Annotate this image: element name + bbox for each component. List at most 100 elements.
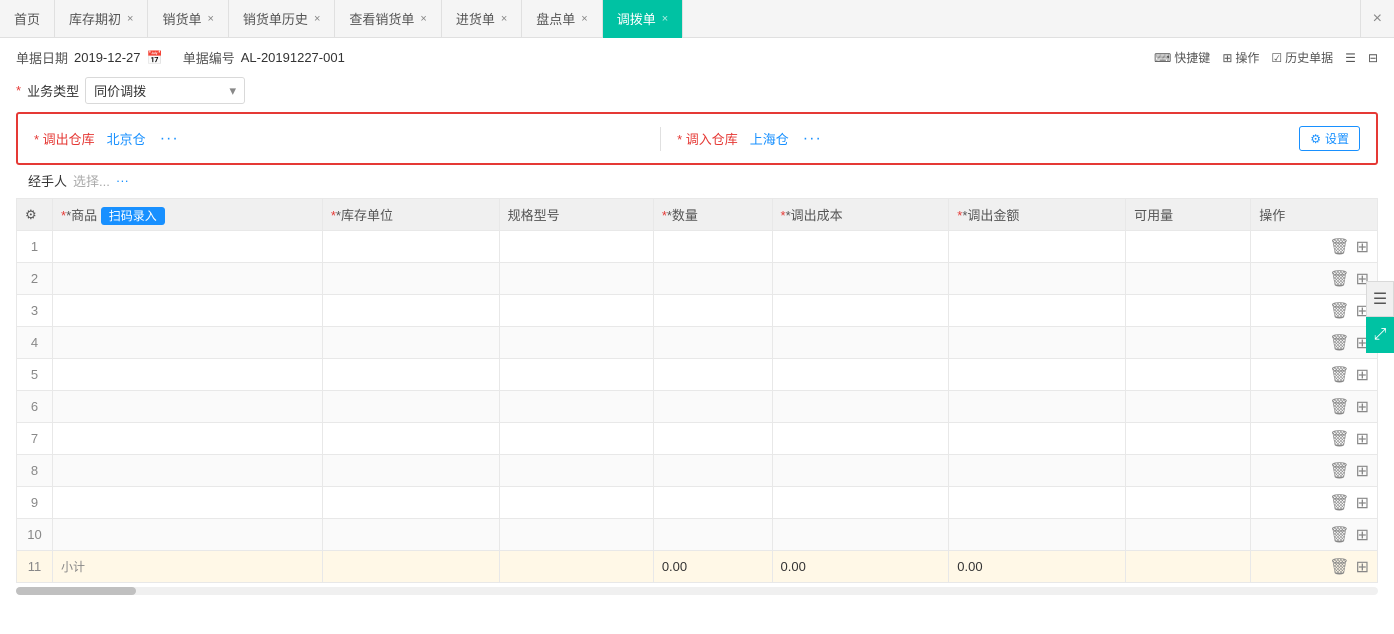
unit-cell-2[interactable] [322, 263, 499, 295]
tab-close-sales-history[interactable]: × [314, 13, 320, 25]
spec-cell-4[interactable] [499, 327, 653, 359]
tab-purchase-order[interactable]: 进货单 × [442, 0, 522, 38]
unit-cell-1[interactable] [322, 231, 499, 263]
layout1-button[interactable]: ☰ [1345, 51, 1356, 65]
amount-cell-9[interactable] [949, 487, 1126, 519]
delete-icon-6[interactable]: 🗑 [1329, 397, 1349, 417]
product-cell-3[interactable] [53, 295, 323, 327]
cost-cell-10[interactable] [772, 519, 949, 551]
right-expand-button[interactable]: ⤢ [1366, 317, 1394, 353]
spec-cell-2[interactable] [499, 263, 653, 295]
copy-icon-6[interactable]: ⊞ [1356, 397, 1369, 417]
tab-close-purchase-order[interactable]: × [501, 13, 507, 25]
handler-select[interactable]: 选择... [73, 171, 110, 190]
copy-icon-1[interactable]: ⊞ [1356, 237, 1369, 257]
cost-cell-5[interactable] [772, 359, 949, 391]
cost-cell-9[interactable] [772, 487, 949, 519]
copy-icon-9[interactable]: ⊞ [1356, 493, 1369, 513]
cost-cell-6[interactable] [772, 391, 949, 423]
qty-cell-6[interactable] [653, 391, 772, 423]
qty-cell-8[interactable] [653, 455, 772, 487]
unit-cell-3[interactable] [322, 295, 499, 327]
copy-icon-10[interactable]: ⊞ [1356, 525, 1369, 545]
qty-cell-10[interactable] [653, 519, 772, 551]
product-cell-10[interactable] [53, 519, 323, 551]
delete-icon-9[interactable]: 🗑 [1329, 493, 1349, 513]
unit-cell-7[interactable] [322, 423, 499, 455]
amount-cell-4[interactable] [949, 327, 1126, 359]
amount-cell-6[interactable] [949, 391, 1126, 423]
tab-transfer[interactable]: 调拨单 × [603, 0, 683, 38]
history-button[interactable]: ☑ 历史单据 [1271, 49, 1333, 66]
tab-close-inventory-init[interactable]: × [127, 13, 133, 25]
delete-icon-5[interactable]: 🗑 [1329, 365, 1349, 385]
tab-view-sales[interactable]: 查看销货单 × [335, 0, 441, 38]
product-cell-5[interactable] [53, 359, 323, 391]
calendar-icon[interactable]: 📅 [147, 50, 163, 66]
delete-icon-11[interactable]: 🗑 [1329, 557, 1349, 577]
ops-button[interactable]: ⊞ 操作 [1222, 49, 1259, 66]
delete-icon-8[interactable]: 🗑 [1329, 461, 1349, 481]
amount-cell-8[interactable] [949, 455, 1126, 487]
unit-cell-8[interactable] [322, 455, 499, 487]
unit-cell-4[interactable] [322, 327, 499, 359]
spec-cell-3[interactable] [499, 295, 653, 327]
copy-icon-7[interactable]: ⊞ [1356, 429, 1369, 449]
qty-cell-9[interactable] [653, 487, 772, 519]
business-type-select[interactable]: 同价调拨 ▾ [85, 77, 245, 104]
spec-cell-9[interactable] [499, 487, 653, 519]
cost-cell-8[interactable] [772, 455, 949, 487]
tab-close-stocktake[interactable]: × [581, 13, 587, 25]
tab-sales-order[interactable]: 销货单 × [148, 0, 228, 38]
qty-cell-2[interactable] [653, 263, 772, 295]
amount-cell-10[interactable] [949, 519, 1126, 551]
warehouse-in-more-button[interactable]: ··· [803, 130, 822, 148]
product-cell-7[interactable] [53, 423, 323, 455]
cost-cell-2[interactable] [772, 263, 949, 295]
col-gear-header[interactable]: ⚙ [17, 199, 53, 231]
warehouse-in-value[interactable]: 上海仓 [750, 129, 789, 148]
tab-home[interactable]: 首页 [0, 0, 55, 38]
unit-cell-10[interactable] [322, 519, 499, 551]
spec-cell-8[interactable] [499, 455, 653, 487]
delete-icon-4[interactable]: 🗑 [1329, 333, 1349, 353]
unit-cell-9[interactable] [322, 487, 499, 519]
tab-inventory-init[interactable]: 库存期初 × [55, 0, 148, 38]
tab-close-view-sales[interactable]: × [420, 13, 426, 25]
settings-button[interactable]: ⚙ 设置 [1299, 126, 1360, 151]
delete-icon-7[interactable]: 🗑 [1329, 429, 1349, 449]
cost-cell-1[interactable] [772, 231, 949, 263]
product-cell-1[interactable] [53, 231, 323, 263]
tab-close-transfer[interactable]: × [662, 13, 668, 25]
qty-cell-5[interactable] [653, 359, 772, 391]
right-list-button[interactable]: ☰ [1366, 281, 1394, 317]
tab-sales-history[interactable]: 销货单历史 × [229, 0, 335, 38]
amount-cell-3[interactable] [949, 295, 1126, 327]
cost-cell-7[interactable] [772, 423, 949, 455]
copy-icon-8[interactable]: ⊞ [1356, 461, 1369, 481]
copy-icon-11[interactable]: ⊞ [1356, 557, 1369, 577]
unit-cell-5[interactable] [322, 359, 499, 391]
spec-cell-1[interactable] [499, 231, 653, 263]
scan-button[interactable]: 扫码录入 [101, 207, 165, 225]
qty-cell-7[interactable] [653, 423, 772, 455]
unit-cell-6[interactable] [322, 391, 499, 423]
warehouse-out-more-button[interactable]: ··· [160, 130, 179, 148]
handler-more-button[interactable]: ··· [116, 173, 129, 188]
cost-cell-4[interactable] [772, 327, 949, 359]
shortcut-button[interactable]: ⌨ 快捷键 [1154, 49, 1210, 66]
product-cell-2[interactable] [53, 263, 323, 295]
horizontal-scrollbar[interactable] [16, 587, 1378, 595]
delete-icon-1[interactable]: 🗑 [1329, 237, 1349, 257]
spec-cell-5[interactable] [499, 359, 653, 391]
qty-cell-4[interactable] [653, 327, 772, 359]
spec-cell-6[interactable] [499, 391, 653, 423]
amount-cell-1[interactable] [949, 231, 1126, 263]
close-all-tabs-button[interactable]: × [1360, 0, 1394, 38]
product-cell-9[interactable] [53, 487, 323, 519]
delete-icon-2[interactable]: 🗑 [1329, 269, 1349, 289]
spec-cell-7[interactable] [499, 423, 653, 455]
copy-icon-5[interactable]: ⊞ [1356, 365, 1369, 385]
qty-cell-3[interactable] [653, 295, 772, 327]
delete-icon-3[interactable]: 🗑 [1329, 301, 1349, 321]
